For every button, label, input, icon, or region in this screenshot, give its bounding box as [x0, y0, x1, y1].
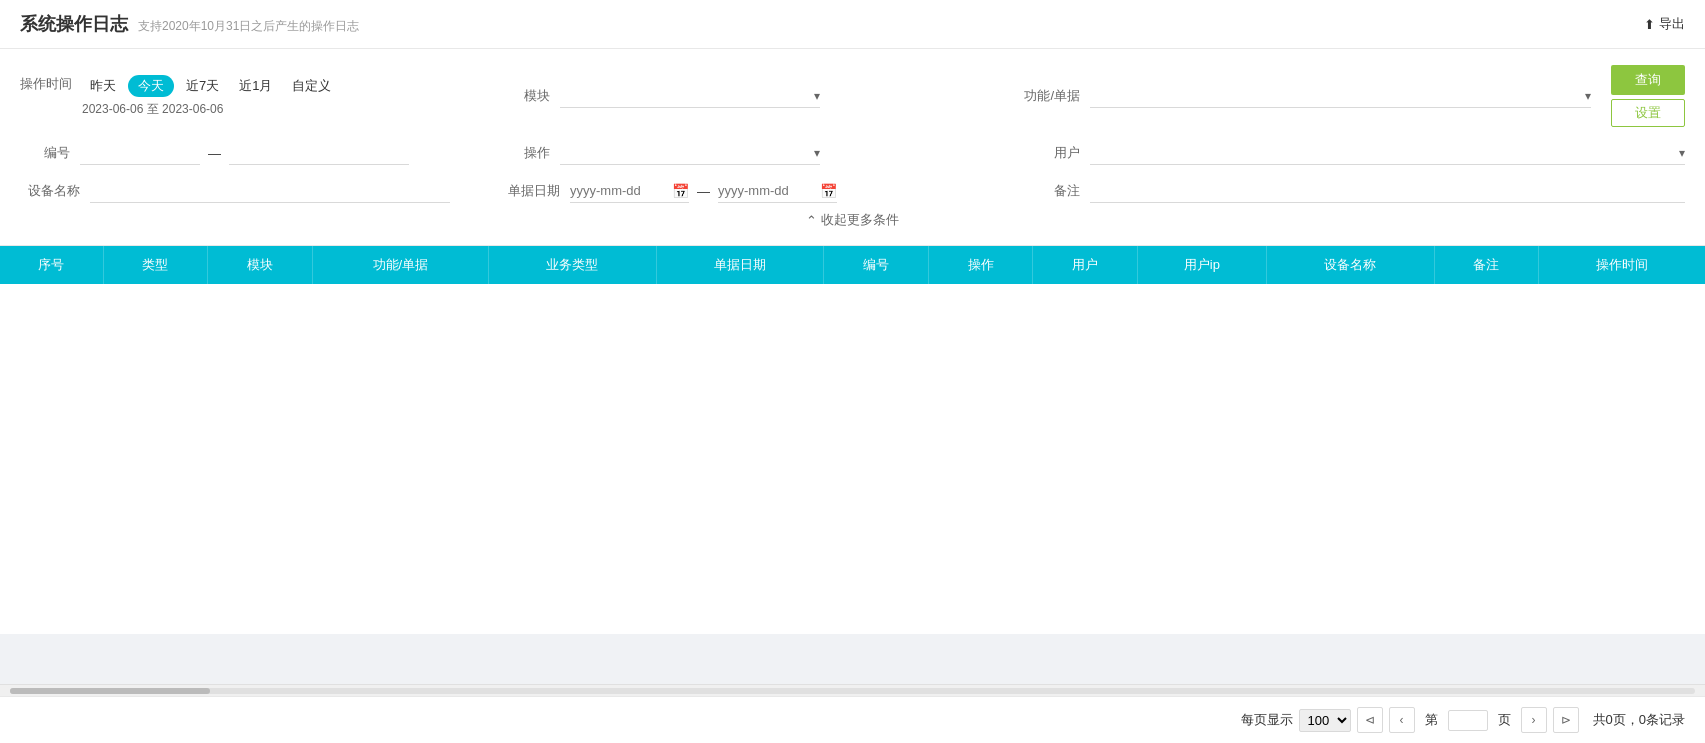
col-doc-number: 编号 [824, 246, 928, 284]
col-module: 模块 [208, 246, 312, 284]
function-label: 功能/单据 [1020, 87, 1090, 105]
module-label: 模块 [500, 87, 560, 105]
time-btn-yesterday[interactable]: 昨天 [82, 75, 124, 97]
col-function: 功能/单据 [312, 246, 488, 284]
table-header-row: 序号 类型 模块 功能/单据 业务类型 单据日期 编号 操作 用户 用户ip 设… [0, 246, 1705, 284]
next-page-button[interactable]: › [1521, 707, 1547, 733]
number-label: 编号 [20, 144, 80, 162]
device-input[interactable] [90, 179, 450, 203]
function-filter-col: 功能/单据 ▾ [1020, 85, 1591, 108]
col-operation: 操作 [928, 246, 1032, 284]
col-device: 设备名称 [1266, 246, 1434, 284]
date-filter-col: 单据日期 📅 — 📅 [500, 179, 1000, 203]
time-label: 操作时间 [20, 75, 82, 93]
export-icon: ⬆ [1644, 17, 1655, 32]
main-content: 序号 类型 模块 功能/单据 业务类型 单据日期 编号 操作 用户 用户ip 设… [0, 246, 1705, 743]
user-filter-col: 用户 ▾ [1020, 142, 1685, 165]
col-type: 类型 [103, 246, 207, 284]
col-number: 序号 [0, 246, 103, 284]
page-suffix: 页 [1498, 711, 1511, 729]
time-filter-col: 操作时间 昨天 今天 近7天 近1月 自定义 2023-06-06 至 2023… [20, 75, 480, 118]
time-btn-today[interactable]: 今天 [128, 75, 174, 97]
filter-row-1: 操作时间 昨天 今天 近7天 近1月 自定义 2023-06-06 至 2023… [20, 65, 1685, 127]
date-label: 单据日期 [500, 182, 570, 200]
function-arrow-icon: ▾ [1585, 89, 1591, 103]
device-label: 设备名称 [20, 182, 90, 200]
data-table: 序号 类型 模块 功能/单据 业务类型 单据日期 编号 操作 用户 用户ip 设… [0, 246, 1705, 284]
col-doc-date: 单据日期 [656, 246, 824, 284]
module-dropdown[interactable]: ▾ [560, 85, 820, 108]
export-button[interactable]: ⬆ 导出 [1644, 15, 1685, 33]
time-filter-group: 昨天 今天 近7天 近1月 自定义 2023-06-06 至 2023-06-0… [82, 75, 339, 118]
header-left: 系统操作日志 支持2020年10月31日之后产生的操作日志 [20, 12, 359, 36]
query-button[interactable]: 查询 [1611, 65, 1685, 95]
function-dropdown[interactable]: ▾ [1090, 85, 1591, 108]
first-page-button[interactable]: ⊲ [1357, 707, 1383, 733]
table-container: 序号 类型 模块 功能/单据 业务类型 单据日期 编号 操作 用户 用户ip 设… [0, 246, 1705, 684]
empty-area [0, 284, 1705, 634]
user-label: 用户 [1020, 144, 1090, 162]
page-subtitle: 支持2020年10月31日之后产生的操作日志 [138, 18, 359, 35]
collapse-icon: ⌃ [806, 213, 817, 228]
scrollbar-thumb[interactable] [10, 688, 210, 694]
calendar-end-icon[interactable]: 📅 [820, 183, 837, 199]
page-size-label: 每页显示 [1241, 711, 1293, 729]
col-remark: 备注 [1434, 246, 1538, 284]
user-dropdown[interactable]: ▾ [1090, 142, 1685, 165]
pagination-bar: 每页显示 100 50 200 ⊲ ‹ 第 1 页 › ⊳ 共0页，0条记录 [0, 696, 1705, 743]
device-filter-col: 设备名称 [20, 179, 480, 203]
module-arrow-icon: ▾ [814, 89, 820, 103]
col-biz-type: 业务类型 [489, 246, 657, 284]
remark-filter-col: 备注 [1020, 179, 1685, 203]
table-header: 序号 类型 模块 功能/单据 业务类型 单据日期 编号 操作 用户 用户ip 设… [0, 246, 1705, 284]
collapse-button[interactable]: ⌃ 收起更多条件 [806, 211, 899, 229]
page-size-select[interactable]: 100 50 200 [1299, 709, 1351, 732]
number-input-end[interactable] [229, 141, 409, 165]
number-input-start[interactable] [80, 141, 200, 165]
page-input[interactable]: 1 [1448, 710, 1488, 731]
page-title: 系统操作日志 [20, 12, 128, 36]
time-btn-custom[interactable]: 自定义 [284, 75, 339, 97]
date-start-input[interactable] [570, 179, 670, 202]
operation-filter-col: 操作 ▾ [500, 142, 1000, 165]
calendar-start-icon[interactable]: 📅 [672, 183, 689, 199]
time-range-display: 2023-06-06 至 2023-06-06 [82, 101, 339, 118]
collapse-row: ⌃ 收起更多条件 [20, 211, 1685, 229]
date-end-input[interactable] [718, 179, 818, 202]
filter-row-2: 编号 — 操作 ▾ 用户 ▾ [20, 141, 1685, 165]
last-page-button[interactable]: ⊳ [1553, 707, 1579, 733]
filter-row-3: 设备名称 单据日期 📅 — 📅 备注 [20, 179, 1685, 203]
operation-dropdown[interactable]: ▾ [560, 142, 820, 165]
page-label: 第 [1425, 711, 1438, 729]
module-filter-col: 模块 ▾ [500, 85, 1000, 108]
number-filter-col: 编号 — [20, 141, 480, 165]
date-start-wrap: 📅 [570, 179, 689, 203]
remark-label: 备注 [1020, 182, 1090, 200]
export-label: 导出 [1659, 15, 1685, 33]
action-buttons: 查询 设置 [1611, 65, 1685, 127]
page-header: 系统操作日志 支持2020年10月31日之后产生的操作日志 ⬆ 导出 [0, 0, 1705, 49]
scrollbar-track [10, 688, 1695, 694]
number-sep: — [208, 146, 221, 161]
operation-label: 操作 [500, 144, 560, 162]
operation-arrow-icon: ▾ [814, 146, 820, 160]
collapse-label: 收起更多条件 [821, 211, 899, 229]
date-end-wrap: 📅 [718, 179, 837, 203]
settings-button[interactable]: 设置 [1611, 99, 1685, 127]
col-user: 用户 [1033, 246, 1137, 284]
page-total: 共0页，0条记录 [1593, 711, 1685, 729]
time-btn-1month[interactable]: 近1月 [231, 75, 280, 97]
time-buttons: 昨天 今天 近7天 近1月 自定义 [82, 75, 339, 97]
user-arrow-icon: ▾ [1679, 146, 1685, 160]
filter-area: 操作时间 昨天 今天 近7天 近1月 自定义 2023-06-06 至 2023… [0, 49, 1705, 246]
date-sep: — [697, 184, 710, 199]
col-user-ip: 用户ip [1137, 246, 1266, 284]
remark-input[interactable] [1090, 179, 1685, 203]
prev-page-button[interactable]: ‹ [1389, 707, 1415, 733]
col-op-time: 操作时间 [1538, 246, 1705, 284]
scrollbar-area[interactable] [0, 684, 1705, 696]
time-btn-7days[interactable]: 近7天 [178, 75, 227, 97]
